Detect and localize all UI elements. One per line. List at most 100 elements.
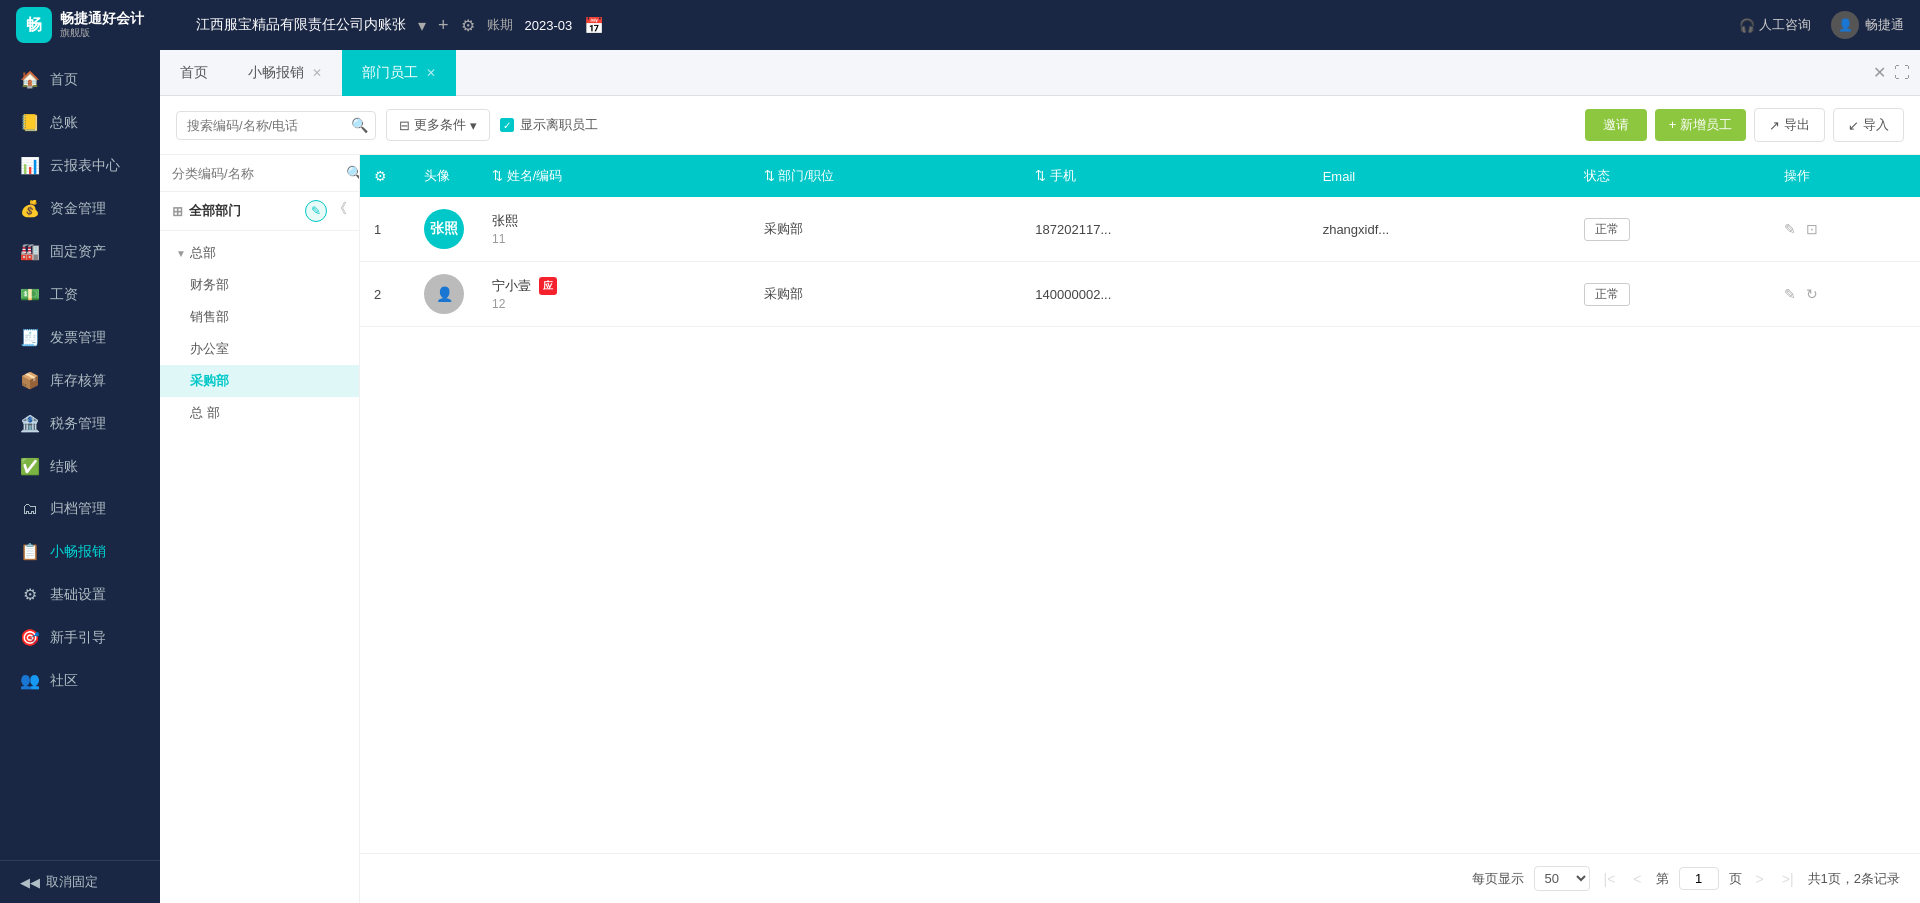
avatar-text: 张照 xyxy=(430,220,458,238)
sidebar-item-ledger[interactable]: 📒 总账 xyxy=(0,101,160,144)
export-button[interactable]: ↗ 导出 xyxy=(1754,108,1825,142)
company-name: 江西服宝精品有限责任公司内账张 xyxy=(196,16,406,34)
filter-button[interactable]: ⊟ 更多条件 ▾ xyxy=(386,109,490,141)
sidebar-item-home[interactable]: 🏠 首页 xyxy=(0,58,160,101)
dept-label: 财务部 xyxy=(190,276,229,294)
sidebar-item-invoice[interactable]: 🧾 发票管理 xyxy=(0,316,160,359)
employee-code: 11 xyxy=(492,232,736,246)
sidebar-item-tax[interactable]: 🏦 税务管理 xyxy=(0,402,160,445)
all-dept-text: 全部部门 xyxy=(189,202,241,220)
page-size-select[interactable]: 50 10 20 100 xyxy=(1534,866,1590,891)
headset-icon: 🎧 xyxy=(1739,18,1755,33)
invite-button[interactable]: 邀请 xyxy=(1585,109,1647,141)
td-index: 2 xyxy=(360,262,410,327)
logout-icon[interactable]: ⊡ xyxy=(1806,221,1818,237)
th-name[interactable]: ⇅ 姓名/编码 xyxy=(478,155,750,197)
th-dept[interactable]: ⇅ 部门/职位 xyxy=(750,155,1022,197)
import-button[interactable]: ↙ 导入 xyxy=(1833,108,1904,142)
next-page-icon[interactable]: > xyxy=(1752,869,1768,889)
tab-department[interactable]: 部门员工 ✕ xyxy=(342,50,456,96)
td-status: 正常 xyxy=(1570,262,1770,327)
logo-text: 畅捷通好会计 xyxy=(60,10,144,27)
td-phone: 140000002... xyxy=(1021,262,1308,327)
show-resigned-checkbox[interactable]: ✓ xyxy=(500,118,514,132)
th-email-label: Email xyxy=(1323,169,1356,184)
page-number-input[interactable] xyxy=(1679,867,1719,890)
td-dept: 采购部 xyxy=(750,262,1022,327)
prev-page-icon[interactable]: < xyxy=(1629,869,1645,889)
employee-name: 张熙 xyxy=(492,212,736,230)
sidebar-item-funds[interactable]: 💰 资金管理 xyxy=(0,187,160,230)
close-window-icon[interactable]: ✕ xyxy=(1873,63,1886,82)
add-account-button[interactable]: + xyxy=(438,15,449,36)
invite-label: 邀请 xyxy=(1603,117,1629,132)
add-employee-label: + 新增员工 xyxy=(1669,116,1732,134)
add-employee-button[interactable]: + 新增员工 xyxy=(1655,109,1746,141)
sidebar-item-archive[interactable]: 🗂 归档管理 xyxy=(0,488,160,530)
sidebar-item-reports[interactable]: 📊 云报表中心 xyxy=(0,144,160,187)
dept-search-icon[interactable]: 🔍 xyxy=(346,165,360,181)
sidebar-item-assets[interactable]: 🏭 固定资产 xyxy=(0,230,160,273)
tab-expense-label: 小畅报销 xyxy=(248,64,304,82)
dept-edit-button[interactable]: ✎ xyxy=(305,200,327,222)
sidebar-item-label: 首页 xyxy=(50,71,78,89)
settings-icon[interactable]: ⚙ xyxy=(461,16,475,35)
sidebar-item-label: 资金管理 xyxy=(50,200,106,218)
edit-icon[interactable]: ✎ xyxy=(1784,286,1796,302)
td-email: zhangxidf... xyxy=(1309,197,1570,262)
window-controls: ✕ ⛶ xyxy=(1873,63,1910,82)
dept-collapse-icon[interactable]: 《 xyxy=(333,200,347,222)
last-page-icon[interactable]: >| xyxy=(1778,869,1798,889)
header-right: 🎧 人工咨询 👤 畅捷通 xyxy=(1739,11,1904,39)
avatar-text: 👤 xyxy=(436,286,453,302)
tab-home[interactable]: 首页 xyxy=(160,50,228,96)
dept-item-office[interactable]: 办公室 xyxy=(160,333,359,365)
calendar-icon[interactable]: 📅 xyxy=(584,16,604,35)
search-icon[interactable]: 🔍 xyxy=(351,117,368,133)
sidebar-item-label: 固定资产 xyxy=(50,243,106,261)
dept-item-finance[interactable]: 财务部 xyxy=(160,269,359,301)
sidebar-item-salary[interactable]: 💵 工资 xyxy=(0,273,160,316)
sidebar-item-guide[interactable]: 🎯 新手引导 xyxy=(0,616,160,659)
edit-icon[interactable]: ✎ xyxy=(1784,221,1796,237)
tab-expense[interactable]: 小畅报销 ✕ xyxy=(228,50,342,96)
expand-window-icon[interactable]: ⛶ xyxy=(1894,64,1910,82)
sidebar-item-community[interactable]: 👥 社区 xyxy=(0,659,160,702)
funds-icon: 💰 xyxy=(20,199,40,218)
th-phone[interactable]: ⇅ 手机 xyxy=(1021,155,1308,197)
refresh-icon[interactable]: ↻ xyxy=(1806,286,1818,302)
logo-sub: 旗舰版 xyxy=(60,26,144,40)
company-dropdown-icon[interactable]: ▾ xyxy=(418,16,426,35)
tab-bar: 首页 小畅报销 ✕ 部门员工 ✕ ✕ ⛶ xyxy=(160,50,1920,96)
period-label: 账期 xyxy=(487,16,513,34)
dept-item-zongbu2[interactable]: 总 部 xyxy=(160,397,359,429)
avatar: 👤 xyxy=(424,274,464,314)
sidebar-item-label: 基础设置 xyxy=(50,586,106,604)
tab-expense-close-icon[interactable]: ✕ xyxy=(312,66,322,80)
table-row: 2 👤 宁小壹 xyxy=(360,262,1920,327)
employee-email: zhangxidf... xyxy=(1323,222,1390,237)
td-email xyxy=(1309,262,1570,327)
logo-icon: 畅 xyxy=(16,7,52,43)
sidebar-item-inventory[interactable]: 📦 库存核算 xyxy=(0,359,160,402)
unpin-button[interactable]: ◀◀ 取消固定 xyxy=(0,860,160,903)
guide-icon: 🎯 xyxy=(20,628,40,647)
first-page-icon[interactable]: |< xyxy=(1600,869,1620,889)
header-center: 江西服宝精品有限责任公司内账张 ▾ + ⚙ 账期 2023-03 📅 xyxy=(176,15,1739,36)
service-button[interactable]: 🎧 人工咨询 xyxy=(1739,16,1811,34)
table-settings-icon[interactable]: ⚙ xyxy=(374,168,387,184)
pagination-bar: 每页显示 50 10 20 100 |< < 第 页 > >| xyxy=(360,853,1920,903)
dept-item-sales[interactable]: 销售部 xyxy=(160,301,359,333)
dept-search-input[interactable] xyxy=(172,166,340,181)
tab-department-close-icon[interactable]: ✕ xyxy=(426,66,436,80)
search-input[interactable] xyxy=(176,111,376,140)
user-area[interactable]: 👤 畅捷通 xyxy=(1831,11,1904,39)
td-actions: ✎ ↻ xyxy=(1770,262,1920,327)
dept-item-zongbu[interactable]: ▼ 总部 xyxy=(160,237,359,269)
th-avatar: 头像 xyxy=(410,155,478,197)
sidebar-item-close[interactable]: ✅ 结账 xyxy=(0,445,160,488)
search-box: 🔍 xyxy=(176,111,376,140)
sidebar-item-settings[interactable]: ⚙ 基础设置 xyxy=(0,573,160,616)
dept-item-purchasing[interactable]: 采购部 xyxy=(160,365,359,397)
sidebar-item-expense[interactable]: 📋 小畅报销 xyxy=(0,530,160,573)
